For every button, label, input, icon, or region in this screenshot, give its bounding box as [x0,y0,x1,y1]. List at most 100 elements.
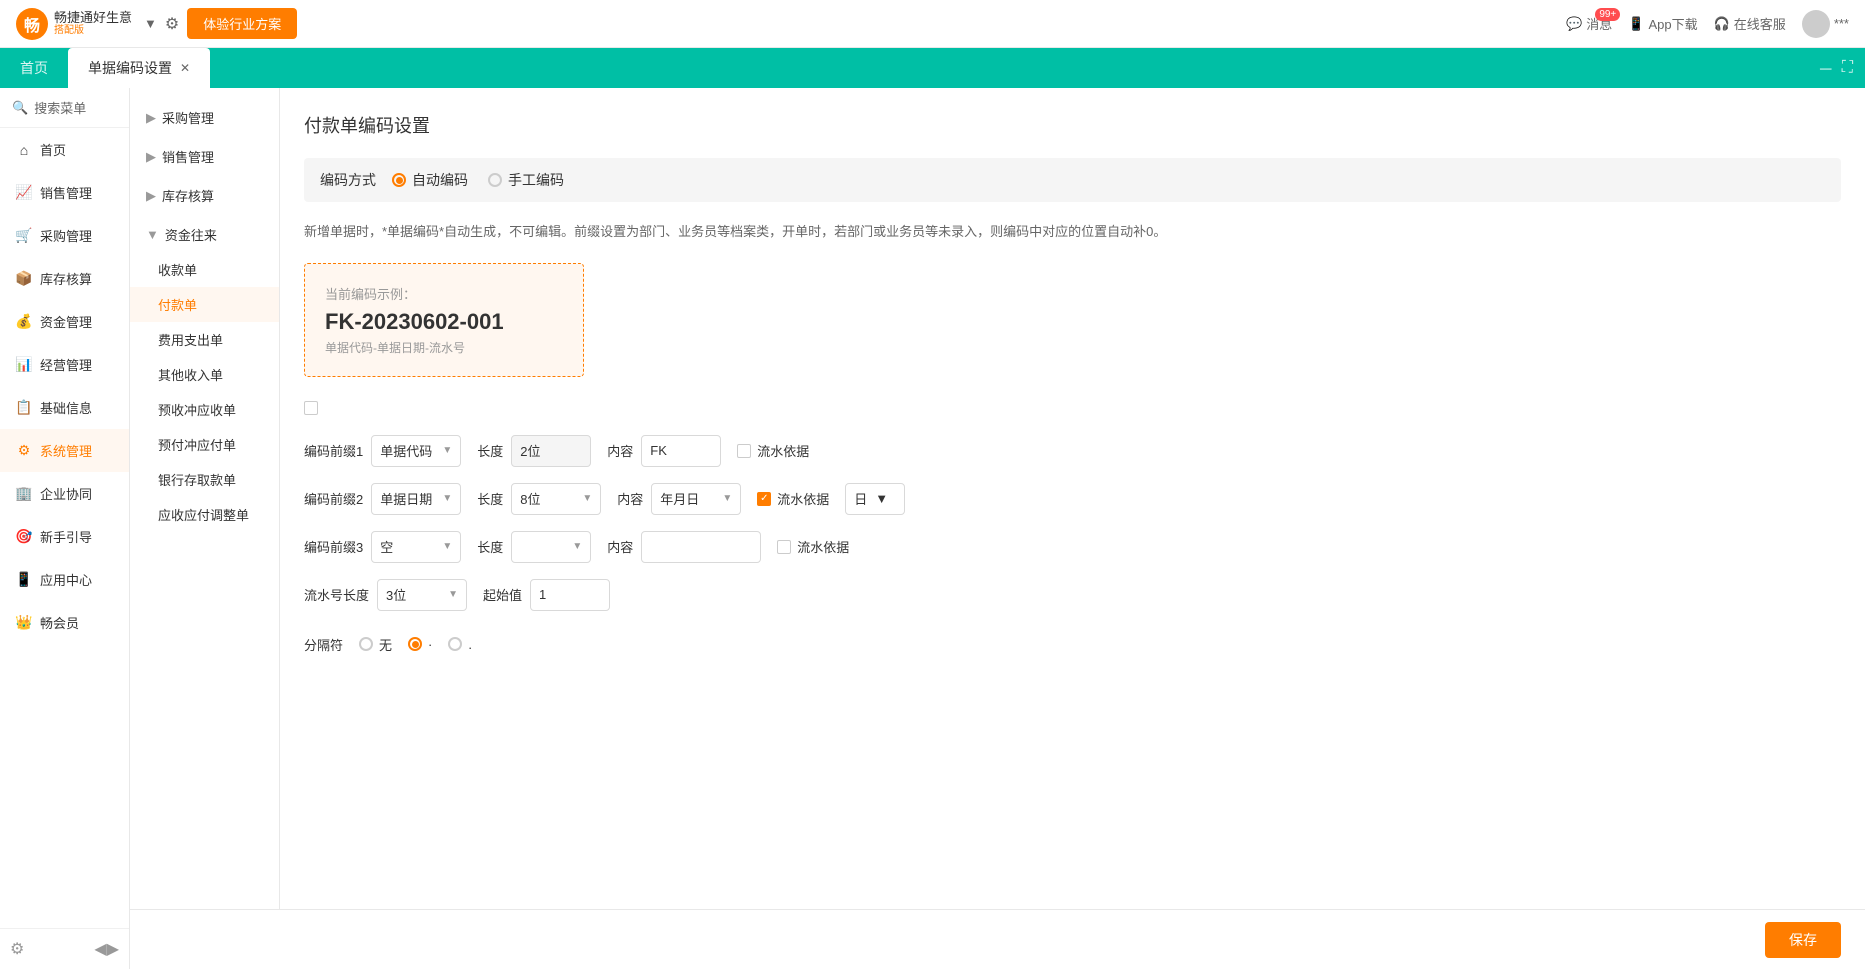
save-button[interactable]: 保存 [1765,922,1841,958]
top-bar: 畅 畅捷通好生意 搭配版 ▼ ⚙ 体验行业方案 💬 消息 99+ 📱 App下载… [0,0,1865,48]
chevron-right-icon3: ▶ [146,188,156,204]
sub-nav-item-bank[interactable]: 银行存取款单 [130,462,279,497]
prefix1-select[interactable]: 单据代码 ▼ [371,435,461,467]
sales-icon: 📈 [16,185,32,201]
top-bar-right: 💬 消息 99+ 📱 App下载 🎧 在线客服 *** [1566,10,1849,38]
sub-nav-item-adjust[interactable]: 应收应付调整单 [130,497,279,532]
sub-nav-finance-header[interactable]: ▼ 资金往来 [130,217,279,252]
waterflow3-checkbox[interactable]: 流水依据 [777,537,849,556]
search-icon: 🔍 [12,100,28,116]
page-title: 付款单编码设置 [304,112,1841,138]
sidebar-item-purchase[interactable]: 🛒 采购管理 [0,214,129,257]
auto-coding-radio[interactable]: 自动编码 [392,170,468,190]
messages-badge: 99+ [1595,8,1620,21]
content2-field: 内容 年月日 ▼ [617,483,741,515]
top-bar-left: 畅 畅捷通好生意 搭配版 ▼ ⚙ 体验行业方案 [16,8,297,40]
messages-button[interactable]: 💬 消息 99+ [1566,14,1612,33]
separator-dot-radio[interactable]: · [408,637,432,652]
sub-nav-group-sales: ▶ 销售管理 [130,139,279,174]
sidebar-item-finance[interactable]: 💰 资金管理 [0,300,129,343]
serial-length-label: 流水号长度 [304,585,369,604]
length2-label: 长度 [477,489,503,508]
length3-field: 长度 ▼ [477,531,591,563]
user-avatar[interactable]: *** [1802,10,1849,38]
day-option-caret: ▼ [875,491,888,506]
prefix1-label: 编码前缀1 [304,441,363,460]
prefix2-select[interactable]: 单据日期 ▼ [371,483,461,515]
trial-button[interactable]: 体验行业方案 [187,8,297,39]
home-icon: ⌂ [16,142,32,158]
sidebar-item-inventory[interactable]: 📦 库存核算 [0,257,129,300]
auto-fill-row [304,401,1841,415]
auto-fill-checkbox[interactable] [304,401,318,415]
sub-nav-group-purchase: ▶ 采购管理 [130,100,279,135]
prefix3-select[interactable]: 空 ▼ [371,531,461,563]
sub-nav-item-prepay-receivable[interactable]: 预收冲应收单 [130,392,279,427]
sidebar-search[interactable]: 🔍 搜索菜单 [0,88,129,128]
length1-label: 长度 [477,441,503,460]
sub-nav-item-prepay-payable[interactable]: 预付冲应付单 [130,427,279,462]
sidebar-item-operations[interactable]: 📊 经营管理 [0,343,129,386]
message-icon: 💬 [1566,16,1582,32]
logo-icon: 畅 [16,8,48,40]
sidebar-item-sales[interactable]: 📈 销售管理 [0,171,129,214]
sidebar-item-guide[interactable]: 🎯 新手引导 [0,515,129,558]
sub-nav-group-inventory: ▶ 库存核算 [130,178,279,213]
collapse-icon[interactable]: ◀▶ [94,939,119,959]
separator-dash-radio[interactable]: . [448,637,472,652]
content-inner: ▶ 采购管理 ▶ 销售管理 ▶ 库存核算 [130,88,1865,909]
form-row-prefix3: 编码前缀3 空 ▼ 长度 ▼ [304,531,1841,563]
sub-nav-item-receipt[interactable]: 收款单 [130,252,279,287]
separator-none-radio[interactable]: 无 [359,635,392,654]
sidebar-item-system[interactable]: ⚙ 系统管理 [0,429,129,472]
inventory-icon: 📦 [16,271,32,287]
serial-length-select[interactable]: 3位 ▼ [377,579,467,611]
length2-select[interactable]: 8位 ▼ [511,483,601,515]
manual-coding-radio[interactable]: 手工编码 [488,170,564,190]
preview-box: 当前编码示例： FK-20230602-001 单据代码-单据日期-流水号 [304,263,584,377]
settings-icon[interactable]: ⚙ [165,14,179,34]
start-value-field: 起始值 1 [483,579,610,611]
sidebar-item-member[interactable]: 👑 畅会员 [0,601,129,644]
sub-nav-group-finance: ▼ 资金往来 收款单 付款单 费用支出单 其他收入单 预收冲应收单 预付冲应付单… [130,217,279,532]
nav-dropdown[interactable]: ▼ [144,16,157,31]
maximize-icon[interactable]: ⛶ [1842,59,1853,77]
serial-length-field: 流水号长度 3位 ▼ [304,579,467,611]
waterflow2-box-checked[interactable]: ✓ [757,492,771,506]
start-value-input[interactable]: 1 [530,579,610,611]
sub-nav-item-expense[interactable]: 费用支出单 [130,322,279,357]
guide-icon: 🎯 [16,529,32,545]
sub-nav-purchase-header[interactable]: ▶ 采购管理 [130,100,279,135]
sub-nav-sales-header[interactable]: ▶ 销售管理 [130,139,279,174]
sidebar: 🔍 搜索菜单 ⌂ 首页 📈 销售管理 🛒 采购管理 📦 库存核算 💰 资金管理 … [0,88,130,969]
day-option-select[interactable]: 日 ▼ [845,483,905,515]
sidebar-item-enterprise[interactable]: 🏢 企业协同 [0,472,129,515]
manual-coding-radio-circle [488,173,502,187]
settings-footer-icon[interactable]: ⚙ [10,939,24,959]
separator-options: 无 · . [359,635,472,654]
sidebar-item-home[interactable]: ⌂ 首页 [0,128,129,171]
main-panel: 付款单编码设置 编码方式 自动编码 手工编码 [280,88,1865,909]
sub-nav-item-other-income[interactable]: 其他收入单 [130,357,279,392]
content1-label: 内容 [607,441,633,460]
waterflow1-checkbox[interactable]: 流水依据 [737,441,809,460]
waterflow2-checkbox[interactable]: ✓ 流水依据 [757,489,829,508]
coding-method-label: 编码方式 [320,170,376,190]
sidebar-item-apps[interactable]: 📱 应用中心 [0,558,129,601]
minimize-icon[interactable]: － [1818,56,1834,80]
content2-select[interactable]: 年月日 ▼ [651,483,741,515]
length3-select[interactable]: ▼ [511,531,591,563]
tab-close-icon[interactable]: ✕ [180,61,190,75]
length3-caret: ▼ [572,541,582,552]
waterflow3-box[interactable] [777,540,791,554]
online-service-button[interactable]: 🎧 在线客服 [1714,14,1786,33]
page-footer: 保存 [130,909,1865,969]
tab-document-code[interactable]: 单据编码设置 ✕ [68,48,210,88]
waterflow1-box[interactable] [737,444,751,458]
tab-home[interactable]: 首页 [0,48,68,88]
sub-nav-item-payment[interactable]: 付款单 [130,287,279,322]
app-download-button[interactable]: 📱 App下载 [1628,14,1697,33]
sidebar-item-basic[interactable]: 📋 基础信息 [0,386,129,429]
sub-nav-inventory-header[interactable]: ▶ 库存核算 [130,178,279,213]
form-row-prefix1: 编码前缀1 单据代码 ▼ 长度 2位 [304,435,1841,467]
